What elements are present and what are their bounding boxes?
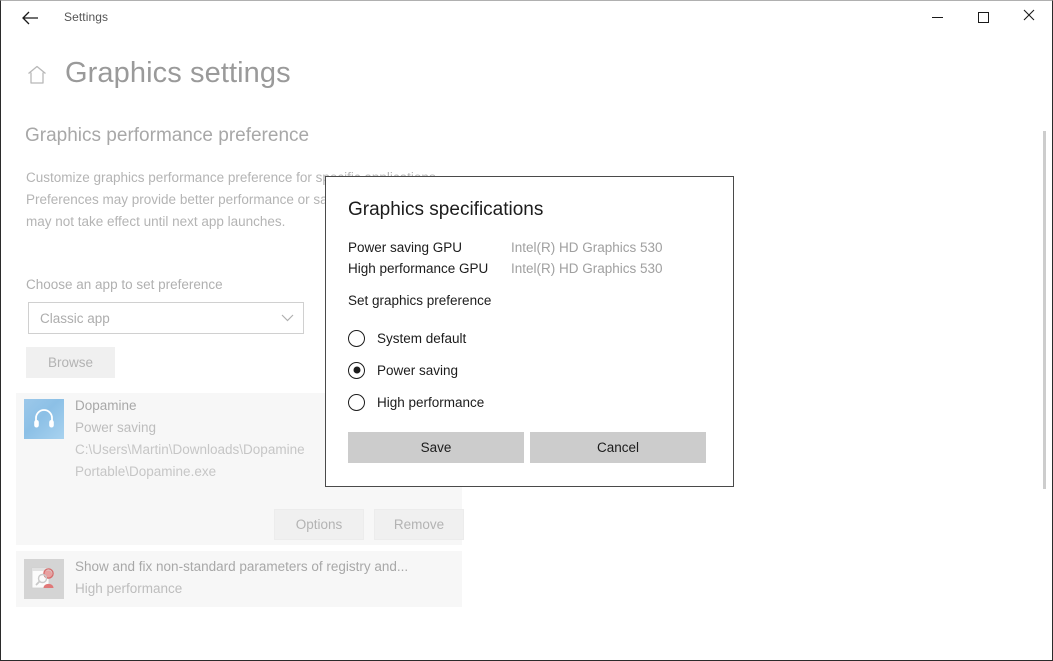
back-arrow-icon — [21, 11, 39, 25]
maximize-icon — [977, 11, 989, 23]
radio-option-system-default[interactable]: System default — [348, 325, 466, 351]
minimize-icon — [931, 16, 943, 18]
home-icon[interactable] — [25, 63, 49, 87]
radio-label: Power saving — [377, 362, 459, 378]
app-info: Show and fix non-standard parameters of … — [75, 556, 408, 600]
app-list-item-registry-tool[interactable]: Show and fix non-standard parameters of … — [16, 551, 462, 607]
close-icon — [1023, 8, 1035, 26]
radio-label: System default — [377, 330, 467, 346]
radio-circle-icon — [348, 329, 365, 347]
page-title: Graphics settings — [65, 57, 291, 89]
app-preference: High performance — [75, 581, 183, 596]
graphics-specifications-dialog: Graphics specifications Power saving GPU… — [325, 176, 734, 487]
spec-label: Power saving GPU — [348, 240, 463, 255]
close-button[interactable] — [1006, 1, 1052, 33]
maximize-button[interactable] — [960, 1, 1006, 33]
save-button[interactable]: Save — [348, 432, 524, 463]
radio-circle-icon — [348, 393, 365, 411]
radio-label: High performance — [377, 394, 485, 410]
radio-option-high-performance[interactable]: High performance — [348, 389, 484, 415]
minimize-button[interactable] — [914, 1, 960, 33]
spec-label: High performance GPU — [348, 261, 489, 276]
set-graphics-preference-label: Set graphics preference — [348, 293, 492, 308]
spec-row-power-saving-gpu: Power saving GPU Intel(R) HD Graphics 530 — [348, 237, 663, 258]
choose-app-label: Choose an app to set preference — [26, 277, 223, 292]
settings-window: Settings Graphics settings Graphics perf… — [0, 0, 1053, 661]
radio-option-power-saving[interactable]: Power saving — [348, 357, 458, 383]
spec-value: Intel(R) HD Graphics 530 — [511, 240, 663, 255]
app-type-dropdown[interactable]: Classic app — [28, 302, 304, 334]
browse-button[interactable]: Browse — [26, 347, 115, 378]
spec-value: Intel(R) HD Graphics 530 — [511, 261, 663, 276]
app-name: Show and fix non-standard parameters of … — [75, 559, 409, 574]
title-bar: Settings — [1, 1, 1052, 35]
chevron-down-icon — [281, 309, 294, 327]
headphones-app-icon — [24, 399, 64, 439]
radio-circle-icon — [348, 361, 365, 379]
cancel-button[interactable]: Cancel — [530, 432, 706, 463]
spec-row-high-performance-gpu: High performance GPU Intel(R) HD Graphics… — [348, 258, 663, 279]
options-button[interactable]: Options — [274, 509, 364, 540]
dialog-title: Graphics specifications — [348, 199, 544, 220]
back-button[interactable] — [7, 3, 53, 33]
section-title: Graphics performance preference — [25, 125, 310, 146]
app-type-value: Classic app — [40, 310, 110, 326]
window-title: Settings — [64, 10, 109, 24]
remove-button[interactable]: Remove — [374, 509, 464, 540]
registry-tool-app-icon — [24, 559, 64, 599]
vertical-scrollbar-thumb[interactable] — [1043, 131, 1046, 489]
